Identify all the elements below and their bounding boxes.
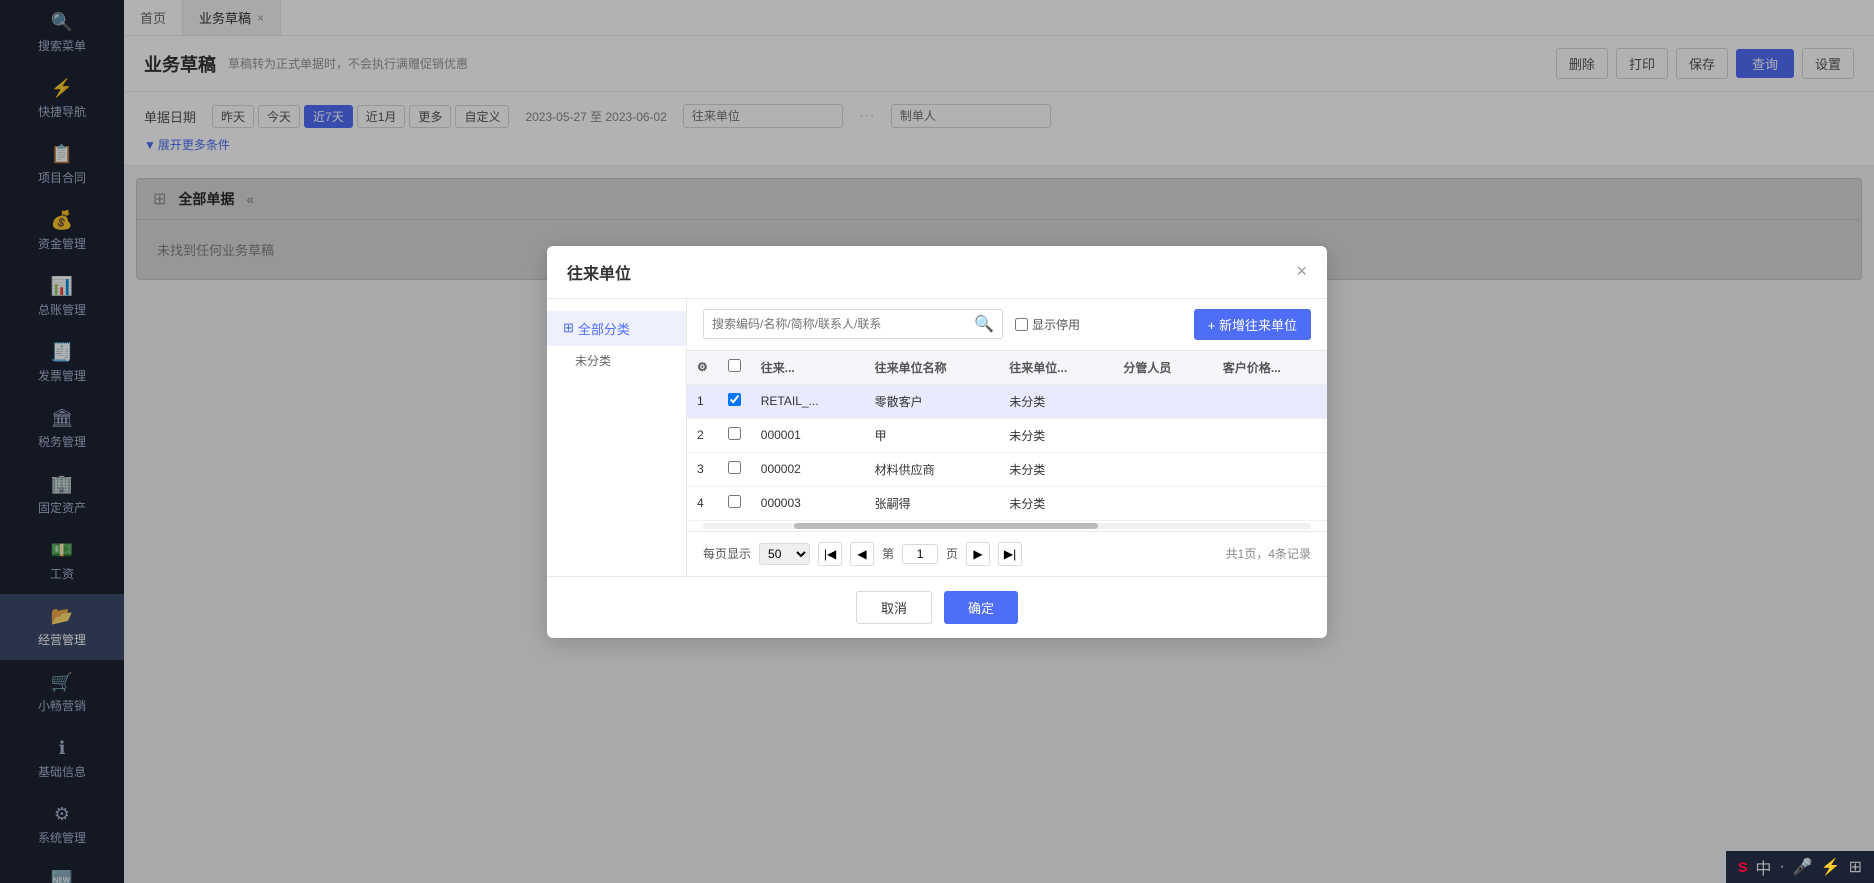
row-checkbox[interactable] — [728, 461, 741, 474]
modal-sidebar-all[interactable]: ⊞ 全部分类 — [547, 311, 686, 346]
grid-icon-small: ⊞ — [563, 320, 574, 336]
td-name: 甲 — [865, 418, 1000, 452]
modal-search-input[interactable] — [712, 317, 970, 331]
show-disabled-checkbox-wrap: 显示停用 — [1015, 316, 1080, 333]
modal-horizontal-scrollbar[interactable] — [703, 523, 1311, 529]
cancel-button[interactable]: 取消 — [856, 591, 932, 624]
td-name: 零散客户 — [865, 384, 1000, 418]
row-checkbox[interactable] — [728, 495, 741, 508]
page-next-btn[interactable]: ▶ — [966, 542, 990, 566]
bottom-icon-dot: · — [1779, 858, 1784, 876]
modal-main: 🔍 显示停用 + 新增往来单位 ⚙ — [687, 299, 1327, 576]
modal-table-head: ⚙ 往来... 往来单位名称 往来单位... 分管人员 客户价格... — [687, 351, 1327, 385]
modal-body: ⊞ 全部分类 未分类 🔍 显示停用 — [547, 299, 1327, 576]
td-checkbox — [718, 452, 751, 486]
td-row-num: 3 — [687, 452, 718, 486]
modal-footer: 取消 确定 — [547, 576, 1327, 638]
td-manager — [1113, 486, 1213, 520]
td-row-num: 4 — [687, 486, 718, 520]
page-first-btn[interactable]: |◀ — [818, 542, 842, 566]
add-company-button[interactable]: + 新增往来单位 — [1194, 309, 1311, 340]
modal-table-header-row: ⚙ 往来... 往来单位名称 往来单位... 分管人员 客户价格... — [687, 351, 1327, 385]
td-category: 未分类 — [999, 418, 1113, 452]
modal-sidebar: ⊞ 全部分类 未分类 — [547, 299, 687, 576]
th-code: 往来... — [751, 351, 865, 385]
td-category: 未分类 — [999, 384, 1113, 418]
row-checkbox[interactable] — [728, 427, 741, 440]
td-manager — [1113, 452, 1213, 486]
modal-sidebar-all-label: 全部分类 — [578, 319, 630, 338]
page-input[interactable] — [902, 544, 938, 564]
page-prev-btn[interactable]: ◀ — [850, 542, 874, 566]
page-last-btn[interactable]: ▶| — [998, 542, 1022, 566]
td-row-num: 2 — [687, 418, 718, 452]
table-row[interactable]: 1 RETAIL_... 零散客户 未分类 — [687, 384, 1327, 418]
per-page-label: 每页显示 — [703, 545, 751, 562]
bottom-icon-grid[interactable]: ⊞ — [1849, 857, 1862, 877]
td-price-level — [1213, 384, 1327, 418]
overlay: 往来单位 × ⊞ 全部分类 未分类 🔍 — [0, 0, 1874, 883]
modal-search-wrap: 🔍 — [703, 309, 1003, 339]
bottom-icon-mic[interactable]: 🎤 — [1793, 857, 1813, 877]
td-checkbox — [718, 384, 751, 418]
modal-search-bar: 🔍 显示停用 + 新增往来单位 — [687, 299, 1327, 351]
th-price-level: 客户价格... — [1213, 351, 1327, 385]
td-code: 000001 — [751, 418, 865, 452]
modal-sidebar-uncategorized[interactable]: 未分类 — [547, 346, 686, 375]
modal-table-scroll: ⚙ 往来... 往来单位名称 往来单位... 分管人员 客户价格... — [687, 351, 1327, 521]
td-price-level — [1213, 418, 1327, 452]
bottom-icon-bolt[interactable]: ⚡ — [1821, 857, 1841, 877]
table-row[interactable]: 2 000001 甲 未分类 — [687, 418, 1327, 452]
td-manager — [1113, 418, 1213, 452]
modal-sidebar-sub-label: 未分类 — [575, 354, 611, 368]
th-checkbox — [718, 351, 751, 385]
modal-dialog: 往来单位 × ⊞ 全部分类 未分类 🔍 — [547, 246, 1327, 638]
td-price-level — [1213, 452, 1327, 486]
page-total: 共1页，4条记录 — [1226, 545, 1311, 562]
page-label: 第 — [882, 545, 894, 562]
table-row[interactable]: 3 000002 材料供应商 未分类 — [687, 452, 1327, 486]
bottom-logo: S — [1738, 859, 1747, 875]
show-disabled-checkbox[interactable] — [1015, 318, 1028, 331]
th-manager: 分管人员 — [1113, 351, 1213, 385]
modal-title: 往来单位 — [567, 260, 631, 284]
td-code: RETAIL_... — [751, 384, 865, 418]
show-disabled-label: 显示停用 — [1032, 316, 1080, 333]
td-code: 000003 — [751, 486, 865, 520]
td-manager — [1113, 384, 1213, 418]
row-checkbox[interactable] — [728, 393, 741, 406]
modal-pagination: 每页显示 50 100 |◀ ◀ 第 页 ▶ ▶| 共1页，4条记录 — [687, 531, 1327, 576]
td-category: 未分类 — [999, 452, 1113, 486]
th-category: 往来单位... — [999, 351, 1113, 385]
modal-table-body: 1 RETAIL_... 零散客户 未分类 2 — [687, 384, 1327, 520]
modal-header: 往来单位 × — [547, 246, 1327, 299]
page-size-select[interactable]: 50 100 — [759, 543, 810, 565]
td-name: 材料供应商 — [865, 452, 1000, 486]
table-row[interactable]: 4 000003 张嗣得 未分类 — [687, 486, 1327, 520]
td-checkbox — [718, 486, 751, 520]
td-checkbox — [718, 418, 751, 452]
td-name: 张嗣得 — [865, 486, 1000, 520]
search-icon: 🔍 — [974, 314, 994, 334]
scrollbar-thumb — [794, 523, 1098, 529]
modal-close-button[interactable]: × — [1296, 261, 1307, 282]
modal-data-table: ⚙ 往来... 往来单位名称 往来单位... 分管人员 客户价格... — [687, 351, 1327, 521]
page-suffix: 页 — [946, 545, 958, 562]
bottom-icon-zh[interactable]: 中 — [1755, 855, 1771, 879]
bottom-taskbar: S 中 · 🎤 ⚡ ⊞ — [1726, 851, 1874, 883]
td-price-level — [1213, 486, 1327, 520]
th-settings: ⚙ — [687, 351, 718, 385]
td-category: 未分类 — [999, 486, 1113, 520]
td-row-num: 1 — [687, 384, 718, 418]
th-name: 往来单位名称 — [865, 351, 1000, 385]
select-all-checkbox[interactable] — [728, 359, 741, 372]
confirm-button[interactable]: 确定 — [944, 591, 1018, 624]
td-code: 000002 — [751, 452, 865, 486]
